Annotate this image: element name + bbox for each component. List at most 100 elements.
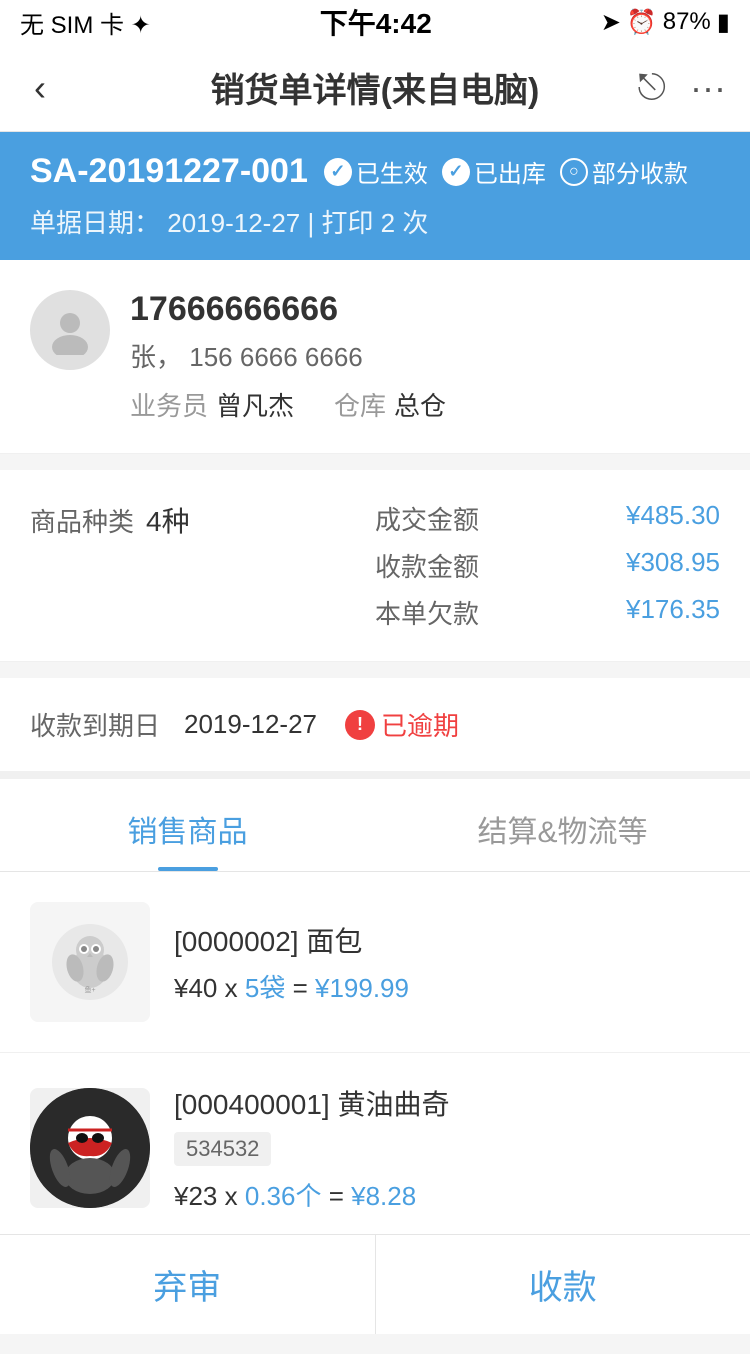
product-image-round	[30, 1088, 150, 1208]
order-id: SA-20191227-001	[30, 152, 308, 191]
tabs: 销售商品 结算&物流等	[0, 779, 750, 872]
price-2: ¥23	[174, 1181, 217, 1211]
battery-icon: ▮	[717, 8, 730, 37]
badge-partial: ○ 部分收款	[560, 154, 688, 189]
due-date-section: 收款到期日 2019-12-27 ! 已逾期	[0, 678, 750, 779]
total-2: ¥8.28	[351, 1181, 416, 1211]
date-label: 单据日期：	[30, 208, 160, 238]
badge-shipped: ✓ 已出库	[442, 154, 546, 189]
customer-phone-num: 156 6666 6666	[189, 342, 363, 372]
customer-name-phone: 张， 156 6666 6666	[130, 337, 720, 374]
due-date-value: 2019-12-27	[184, 709, 317, 740]
status-left: 无 SIM 卡 ✦	[20, 5, 151, 40]
signal-text: 无 SIM 卡 ✦	[20, 5, 151, 40]
customer-info: 17666666666 张， 156 6666 6666 业务员 曾凡杰 仓库 …	[130, 290, 720, 423]
debt-row: 本单欠款 ¥176.35	[375, 594, 720, 631]
product-type-row: 商品种类 4种	[30, 500, 375, 540]
list-item: [000400001] 黄油曲奇 534532 ¥23 x 0.36个 = ¥8…	[0, 1053, 750, 1244]
total-1: ¥199.99	[315, 973, 409, 1003]
cancel-button[interactable]: 弃审	[0, 1235, 376, 1334]
warehouse-item: 仓库 总仓	[334, 386, 446, 423]
location-icon: ➤	[601, 8, 621, 37]
eq-separator-1: =	[293, 973, 315, 1003]
check-icon-active: ✓	[324, 158, 352, 186]
svg-text:鱼+: 鱼+	[84, 985, 95, 994]
product-info-1: [0000002] 面包 ¥40 x 5袋 = ¥199.99	[174, 920, 720, 1005]
check-icon-shipped: ✓	[442, 158, 470, 186]
date-value: 2019-12-27	[167, 208, 300, 238]
product-code-1: [0000002]	[174, 926, 299, 957]
amount-row: 成交金额 ¥485.30	[375, 500, 720, 537]
debt-label: 本单欠款	[375, 594, 479, 631]
bottom-bar: 弃审 收款	[0, 1234, 750, 1334]
customer-account: 17666666666	[130, 290, 720, 329]
salesman-value: 曾凡杰	[216, 386, 294, 423]
product-price-2: ¥23 x 0.36个 = ¥8.28	[174, 1176, 720, 1213]
badge-active: ✓ 已生效	[324, 154, 428, 189]
stats-section: 商品种类 4种 成交金额 ¥485.30 收款金额 ¥308.95 本单欠款 ¥…	[0, 470, 750, 662]
stats-right: 成交金额 ¥485.30 收款金额 ¥308.95 本单欠款 ¥176.35	[375, 500, 720, 631]
customer-section: 17666666666 张， 156 6666 6666 业务员 曾凡杰 仓库 …	[0, 260, 750, 454]
tab-products[interactable]: 销售商品	[0, 779, 375, 871]
product-type-value: 4种	[146, 500, 190, 540]
battery-text: 87%	[663, 8, 711, 36]
back-button[interactable]: ‹	[24, 57, 56, 119]
status-right: ➤ ⏰ 87% ▮	[601, 8, 730, 37]
overdue-text: 已逾期	[381, 706, 459, 743]
order-id-row: SA-20191227-001 ✓ 已生效 ✓ 已出库 ○ 部分收款	[30, 152, 720, 191]
status-time: 下午4:42	[320, 2, 432, 42]
customer-card: 17666666666 张， 156 6666 6666 业务员 曾凡杰 仓库 …	[0, 260, 750, 454]
list-item: 鱼+ [0000002] 面包 ¥40 x 5袋 = ¥199.99	[0, 872, 750, 1053]
product-name-2: [000400001] 黄油曲奇	[174, 1083, 720, 1123]
x-separator-2: x	[225, 1181, 245, 1211]
badge-partial-label: 部分收款	[592, 154, 688, 189]
status-badges: ✓ 已生效 ✓ 已出库 ○ 部分收款	[324, 154, 688, 189]
nav-bar: ‹ 销货单详情(来自电脑) ⎋ ···	[0, 44, 750, 132]
order-date-row: 单据日期： 2019-12-27 | 打印 2 次	[30, 203, 720, 240]
product-code-2: [000400001]	[174, 1089, 330, 1120]
price-1: ¥40	[174, 973, 217, 1003]
stats-card: 商品种类 4种 成交金额 ¥485.30 收款金额 ¥308.95 本单欠款 ¥…	[0, 470, 750, 662]
more-icon[interactable]: ···	[690, 67, 726, 109]
product-info-2: [000400001] 黄油曲奇 534532 ¥23 x 0.36个 = ¥8…	[174, 1083, 720, 1213]
page-title: 销货单详情(来自电脑)	[211, 63, 540, 112]
overdue-badge: ! 已逾期	[345, 706, 459, 743]
customer-meta: 业务员 曾凡杰 仓库 总仓	[130, 386, 720, 423]
clock-icon: ○	[560, 158, 588, 186]
stats-left: 商品种类 4种	[30, 500, 375, 540]
qty-1: 5袋	[245, 973, 285, 1003]
product-title-1: 面包	[306, 926, 362, 957]
debt-value: ¥176.35	[626, 594, 720, 631]
product-tag-2: 534532	[174, 1132, 271, 1166]
eq-separator-2: =	[329, 1181, 351, 1211]
status-bar: 无 SIM 卡 ✦ 下午4:42 ➤ ⏰ 87% ▮	[0, 0, 750, 44]
x-separator-1: x	[225, 973, 245, 1003]
received-label: 收款金额	[375, 547, 479, 584]
print-info: | 打印 2 次	[307, 208, 428, 238]
product-image-1: 鱼+	[30, 902, 150, 1022]
avatar	[30, 290, 110, 370]
received-value: ¥308.95	[626, 547, 720, 584]
product-title-2: 黄油曲奇	[338, 1089, 450, 1120]
product-name-1: [0000002] 面包	[174, 920, 720, 960]
due-label: 收款到期日	[30, 706, 160, 743]
badge-active-label: 已生效	[356, 154, 428, 189]
nav-actions: ⎋ ···	[638, 66, 726, 109]
overdue-icon: !	[345, 710, 375, 740]
salesman-item: 业务员 曾凡杰	[130, 386, 294, 423]
order-header: SA-20191227-001 ✓ 已生效 ✓ 已出库 ○ 部分收款 单据日期：…	[0, 132, 750, 260]
amount-value: ¥485.30	[626, 500, 720, 537]
amount-label: 成交金额	[375, 500, 479, 537]
warehouse-value: 总仓	[394, 386, 446, 423]
product-type-label: 商品种类	[30, 502, 134, 539]
salesman-label: 业务员	[130, 386, 208, 423]
product-list: 鱼+ [0000002] 面包 ¥40 x 5袋 = ¥199.99	[0, 872, 750, 1244]
confirm-button[interactable]: 收款	[376, 1235, 750, 1334]
product-price-1: ¥40 x 5袋 = ¥199.99	[174, 968, 720, 1005]
badge-shipped-label: 已出库	[474, 154, 546, 189]
received-row: 收款金额 ¥308.95	[375, 547, 720, 584]
share-icon[interactable]: ⎋	[638, 66, 666, 109]
customer-name: 张，	[130, 342, 182, 372]
tab-settlement[interactable]: 结算&物流等	[375, 779, 750, 871]
qty-2: 0.36个	[245, 1181, 322, 1211]
